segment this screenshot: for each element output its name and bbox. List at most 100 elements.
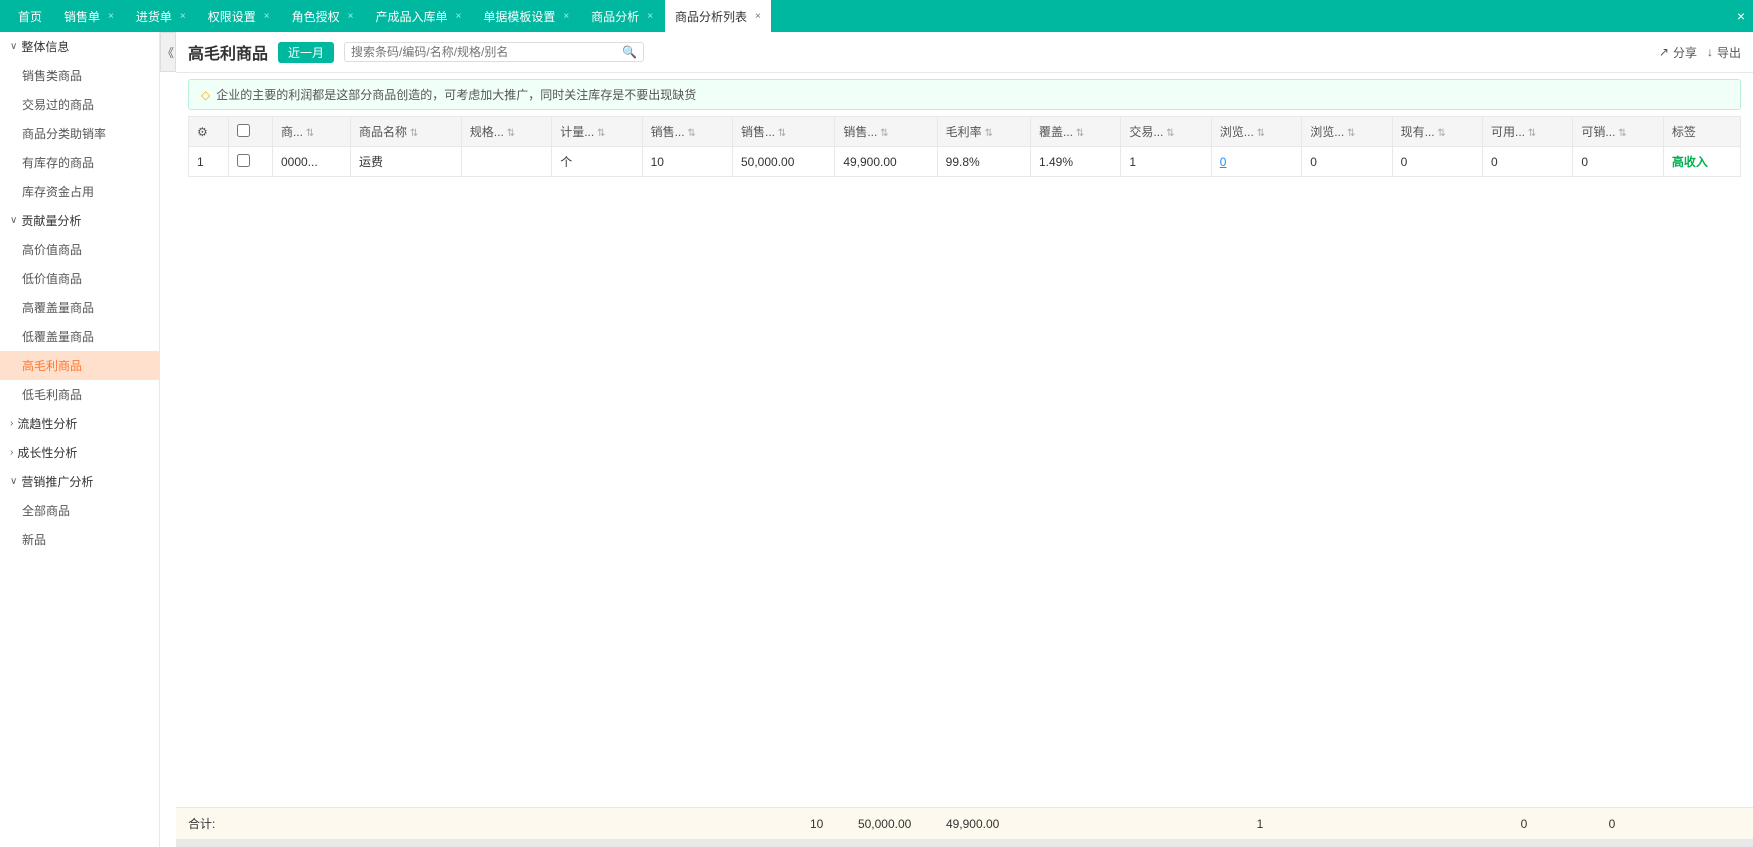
sidebar-item-销售类商品[interactable]: 销售类商品 <box>0 61 159 90</box>
col-header-3[interactable]: 商品名称 ⇅ <box>351 117 462 147</box>
col-label-4: 规格... <box>470 125 504 139</box>
col-header-4[interactable]: 规格... ⇅ <box>461 117 551 147</box>
sidebar-group-营销推广分析[interactable]: ∨营销推广分析 <box>0 467 159 496</box>
sort-icon-3[interactable]: ⇅ <box>407 128 418 139</box>
nav-close-icon[interactable]: × <box>348 11 354 22</box>
sidebar-item-库存资金占用[interactable]: 库存资金占用 <box>0 177 159 206</box>
nav-item-单据模板设置[interactable]: 单据模板设置× <box>473 0 579 32</box>
settings-icon[interactable]: ⚙ <box>197 125 208 139</box>
sort-icon-14[interactable]: ⇅ <box>1435 128 1446 139</box>
filter-recent-month-button[interactable]: 近一月 <box>278 42 334 63</box>
browse-link[interactable]: 0 <box>1220 155 1227 169</box>
sidebar-item-低价值商品[interactable]: 低价值商品 <box>0 264 159 293</box>
table-row: 10000...运费个1050,000.0049,900.0099.8%1.49… <box>189 147 1741 177</box>
sort-icon-6[interactable]: ⇅ <box>685 128 696 139</box>
col-header-13[interactable]: 浏览... ⇅ <box>1302 117 1392 147</box>
sidebar-item-高覆盖量商品[interactable]: 高覆盖量商品 <box>0 293 159 322</box>
sort-icon-4[interactable]: ⇅ <box>504 128 515 139</box>
col-header-7[interactable]: 销售... ⇅ <box>733 117 835 147</box>
close-window-btn[interactable]: × <box>1737 8 1745 24</box>
col-header-2[interactable]: 商... ⇅ <box>272 117 350 147</box>
sort-icon-11[interactable]: ⇅ <box>1163 128 1174 139</box>
col-header-14[interactable]: 现有... ⇅ <box>1392 117 1482 147</box>
header-actions: ↗ 分享 ↓ 导出 <box>1659 44 1741 61</box>
sidebar-item-高价值商品[interactable]: 高价值商品 <box>0 235 159 264</box>
sort-icon-13[interactable]: ⇅ <box>1344 128 1355 139</box>
sidebar-item-商品分类助销率[interactable]: 商品分类助销率 <box>0 119 159 148</box>
footer-sales1: 10 <box>751 817 831 831</box>
sidebar-group-贡献量分析[interactable]: ∨ 贡献量分析 <box>0 206 159 235</box>
row-sales-qty: 10 <box>642 147 732 177</box>
row-gross-rate: 99.8% <box>937 147 1030 177</box>
col-header-6[interactable]: 销售... ⇅ <box>642 117 732 147</box>
nav-close-icon[interactable]: × <box>108 11 114 22</box>
row-select-checkbox[interactable] <box>237 154 250 167</box>
sort-icon-8[interactable]: ⇅ <box>877 128 888 139</box>
nav-item-商品分析列表[interactable]: 商品分析列表× <box>665 0 771 32</box>
col-header-9[interactable]: 毛利率 ⇅ <box>937 117 1030 147</box>
row-transaction: 1 <box>1121 147 1211 177</box>
nav-close-icon[interactable]: × <box>264 11 270 22</box>
sidebar-item-有库存的商品[interactable]: 有库存的商品 <box>0 148 159 177</box>
nav-item-销售单[interactable]: 销售单× <box>54 0 124 32</box>
sidebar-group-label: 整体信息 <box>21 38 69 55</box>
sort-icon-9[interactable]: ⇅ <box>982 128 993 139</box>
sidebar-item-高毛利商品[interactable]: 高毛利商品 <box>0 351 159 380</box>
nav-item-商品分析[interactable]: 商品分析× <box>581 0 663 32</box>
sort-icon-10[interactable]: ⇅ <box>1073 128 1084 139</box>
col-label-9: 毛利率 <box>946 125 982 139</box>
col-header-12[interactable]: 浏览... ⇅ <box>1211 117 1301 147</box>
nav-item-首页[interactable]: 首页 <box>8 0 52 32</box>
nav-close-icon[interactable]: × <box>455 11 461 22</box>
col-header-8[interactable]: 销售... ⇅ <box>835 117 937 147</box>
col-header-10[interactable]: 覆盖... ⇅ <box>1030 117 1120 147</box>
content-area: 高毛利商品 近一月 🔍 ↗ 分享 ↓ 导出 ◇ 企业的主要的利润都是这部分商品创… <box>176 32 1753 847</box>
sidebar-collapse-button[interactable]: 《 <box>160 32 176 72</box>
nav-close-icon[interactable]: × <box>647 11 653 22</box>
row-name: 运费 <box>351 147 462 177</box>
search-input[interactable] <box>351 45 618 59</box>
row-sales-cost: 49,900.00 <box>835 147 937 177</box>
sort-icon-16[interactable]: ⇅ <box>1615 128 1626 139</box>
sidebar-group-整体信息[interactable]: ∨ 整体信息 <box>0 32 159 61</box>
sidebar-item-低覆盖量商品[interactable]: 低覆盖量商品 <box>0 322 159 351</box>
arrow-down-icon: ∨ <box>10 476 17 487</box>
sidebar-item-交易过的商品[interactable]: 交易过的商品 <box>0 90 159 119</box>
nav-item-权限设置[interactable]: 权限设置× <box>198 0 280 32</box>
col-header-15[interactable]: 可用... ⇅ <box>1483 117 1573 147</box>
sidebar-group-label: 贡献量分析 <box>21 212 81 229</box>
bottom-scrollbar[interactable] <box>176 839 1753 847</box>
search-box: 🔍 <box>344 42 644 62</box>
sidebar-item-低毛利商品[interactable]: 低毛利商品 <box>0 380 159 409</box>
share-button[interactable]: ↗ 分享 <box>1659 44 1697 61</box>
sort-icon-2[interactable]: ⇅ <box>303 128 314 139</box>
sidebar-item-新品[interactable]: 新品 <box>0 525 159 554</box>
sort-icon-7[interactable]: ⇅ <box>775 128 786 139</box>
sidebar-group-成长性分析[interactable]: ›成长性分析 <box>0 438 159 467</box>
sidebar-group-label: 成长性分析 <box>17 444 77 461</box>
nav-item-产成品入库单[interactable]: 产成品入库单× <box>365 0 471 32</box>
col-header-5[interactable]: 计量... ⇅ <box>552 117 642 147</box>
table-footer: 合计: 10 50,000.00 49,900.00 1 0 0 <box>176 807 1753 839</box>
nav-item-进货单[interactable]: 进货单× <box>126 0 196 32</box>
nav-close-icon[interactable]: × <box>563 11 569 22</box>
export-button[interactable]: ↓ 导出 <box>1707 44 1741 61</box>
select-all-checkbox[interactable] <box>237 124 250 137</box>
share-icon: ↗ <box>1659 45 1669 59</box>
nav-close-icon[interactable]: × <box>755 11 761 22</box>
arrow-down-icon: ∨ <box>10 41 17 52</box>
col-header-11[interactable]: 交易... ⇅ <box>1121 117 1211 147</box>
data-table-container: ⚙商... ⇅商品名称 ⇅规格... ⇅计量... ⇅销售... ⇅销售... … <box>176 116 1753 807</box>
sidebar-group-流趋性分析[interactable]: ›流趋性分析 <box>0 409 159 438</box>
col-header-16[interactable]: 可销... ⇅ <box>1573 117 1663 147</box>
arrow-down-icon: ∨ <box>10 215 17 226</box>
search-icon[interactable]: 🔍 <box>622 45 637 59</box>
sidebar-item-全部商品[interactable]: 全部商品 <box>0 496 159 525</box>
sort-icon-5[interactable]: ⇅ <box>594 128 605 139</box>
sort-icon-12[interactable]: ⇅ <box>1254 128 1265 139</box>
col-label-11: 交易... <box>1129 125 1163 139</box>
collapse-icon: 《 <box>162 44 174 61</box>
sort-icon-15[interactable]: ⇅ <box>1525 128 1536 139</box>
nav-close-icon[interactable]: × <box>180 11 186 22</box>
nav-item-角色授权[interactable]: 角色授权× <box>282 0 364 32</box>
